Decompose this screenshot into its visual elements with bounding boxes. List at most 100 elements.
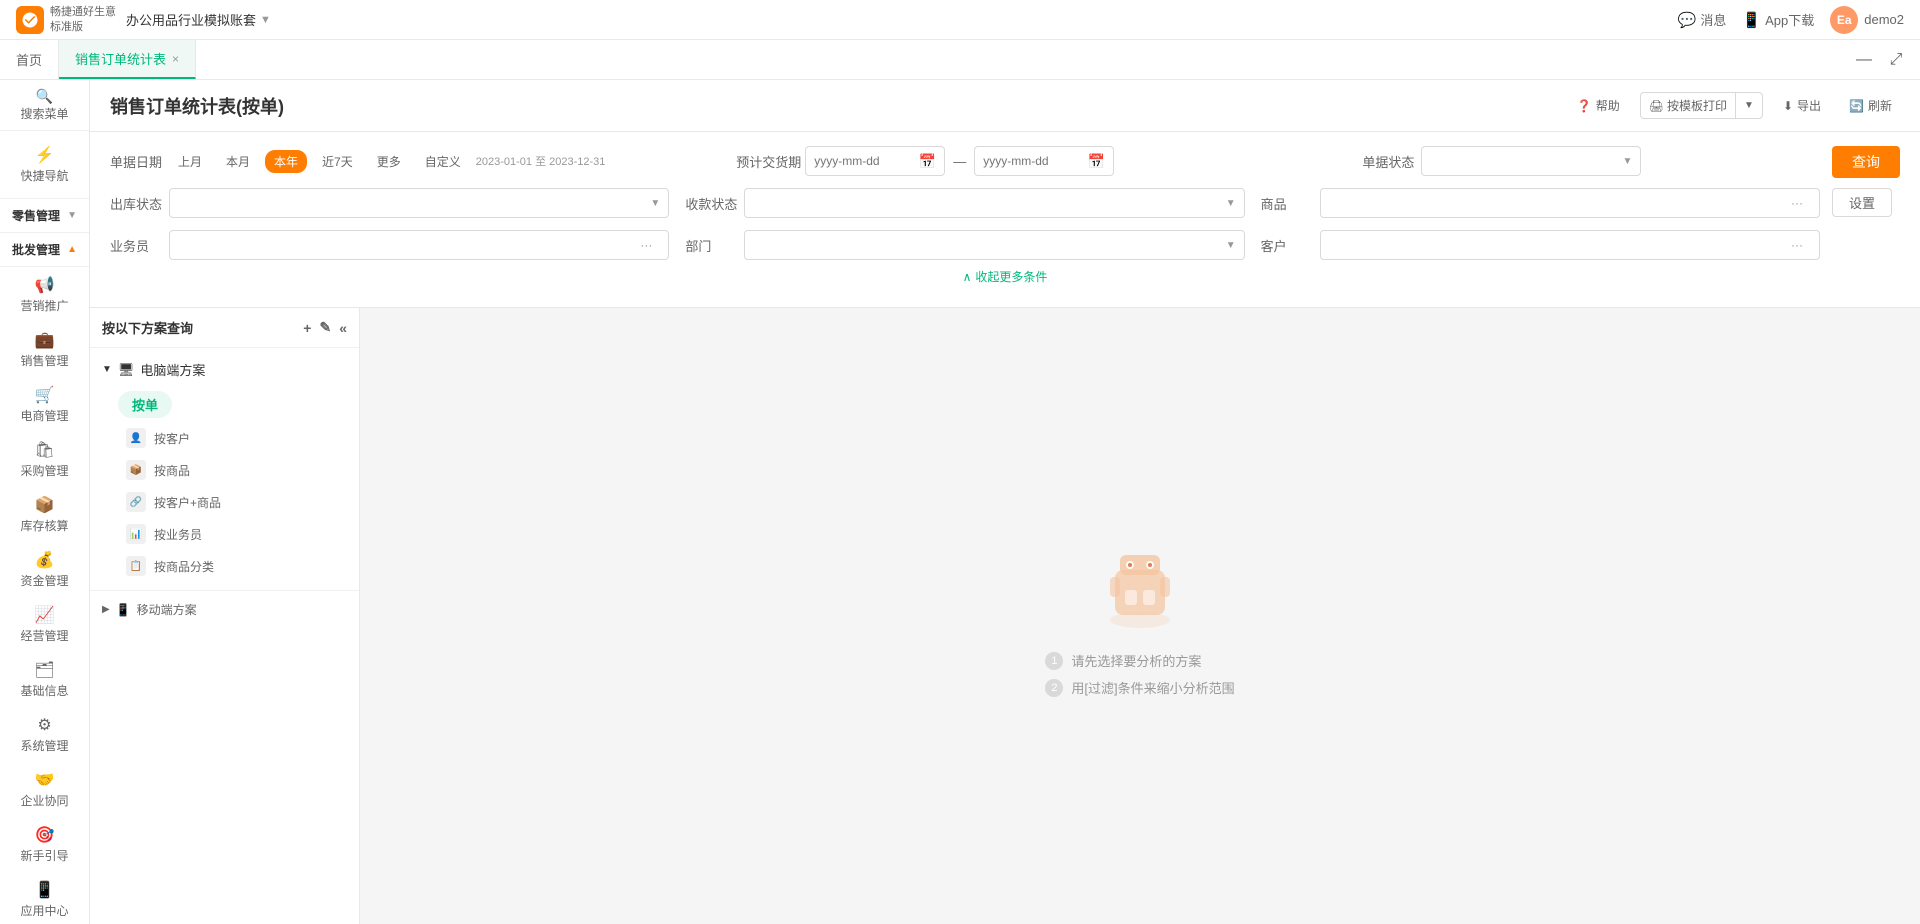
sidebar-item-inventory[interactable]: 📦 库存核算 (0, 487, 89, 542)
agent-input[interactable]: ··· (169, 230, 669, 260)
sidebar-item-newbie[interactable]: 🎯 新手引导 (0, 817, 89, 872)
top-bar-right: 💬 消息 📱 App下载 Ea demo2 (1678, 6, 1904, 34)
print-arrow-part[interactable]: ▼ (1736, 96, 1762, 115)
date-prev-month-btn[interactable]: 上月 (169, 150, 211, 173)
sidebar-item-sales[interactable]: 💼 销售管理 (0, 322, 89, 377)
goods-scheme-icon: 📦 (126, 460, 146, 480)
status-arrow-icon: ▼ (1622, 156, 1632, 167)
sidebar-quick-nav: ⚡ 快捷导航 (0, 131, 89, 199)
sidebar-item-operations[interactable]: 📈 经营管理 (0, 597, 89, 652)
scheme-child-customer[interactable]: 👤 按客户 (90, 422, 359, 454)
export-button[interactable]: ⬇ 导出 (1775, 93, 1829, 118)
scheme-parent-desktop[interactable]: ▼ 🖥 电脑端方案 (90, 352, 359, 387)
filter-and-actions: 单据日期 上月 本月 本年 近7天 更多 自定义 2023-01-01 至 20… (110, 146, 1900, 260)
tab-bar-right: — ⤢ (1852, 48, 1920, 72)
sidebar-item-marketing[interactable]: 📢 营销推广 (0, 267, 89, 322)
customer-dots-icon[interactable]: ··· (1783, 238, 1811, 252)
tab-expand-button[interactable]: ⤢ (1884, 48, 1908, 72)
date-range-text: 2023-01-01 至 2023-12-31 (476, 153, 606, 169)
goods-input[interactable]: ··· (1320, 188, 1820, 218)
tab-close-icon[interactable]: × (172, 52, 179, 66)
tab-minimize-button[interactable]: — (1852, 48, 1876, 72)
tab-bar: 首页 销售订单统计表 × — ⤢ (0, 40, 1920, 80)
status-select[interactable]: ▼ (1421, 146, 1641, 176)
goods-dots-icon[interactable]: ··· (1783, 196, 1811, 210)
top-bar: 畅捷通好生意 标准版 办公用品行业模拟账套 ▼ 💬 消息 📱 App下载 Ea … (0, 0, 1920, 40)
sidebar-item-wholesale[interactable]: 批发管理▲ (0, 233, 89, 266)
date-start-field[interactable] (814, 154, 919, 168)
scheme-child-category[interactable]: 📋 按商品分类 (90, 550, 359, 582)
date-cur-year-btn[interactable]: 本年 (265, 150, 307, 173)
date-start-input[interactable]: 📅 (805, 146, 945, 176)
scheme-section-mobile: ▶ 📱 移动端方案 (90, 590, 359, 624)
collapse-up-icon: ∧ (963, 270, 972, 284)
tab-home[interactable]: 首页 (0, 40, 59, 79)
dept-label: 部门 (685, 236, 740, 255)
date-more-btn[interactable]: 更多 (368, 150, 410, 173)
sidebar-item-retail[interactable]: 零售管理▼ (0, 199, 89, 232)
print-dropdown-icon: ▼ (1744, 100, 1754, 111)
marketing-icon: 📢 (35, 275, 55, 295)
add-scheme-button[interactable]: + (303, 320, 311, 336)
filter-panel: 单据日期 上月 本月 本年 近7天 更多 自定义 2023-01-01 至 20… (90, 132, 1920, 308)
edit-scheme-button[interactable]: ✎ (319, 319, 331, 336)
date-cur-month-btn[interactable]: 本月 (217, 150, 259, 173)
scheme-active-item[interactable]: 按单 (90, 387, 359, 422)
collapse-filter-button[interactable]: ∧ 收起更多条件 (110, 260, 1900, 293)
sidebar-item-appcenter[interactable]: 📱 应用中心 (0, 872, 89, 924)
pay-status-select[interactable]: ▼ (744, 188, 1244, 218)
collapse-panel-button[interactable]: « (339, 320, 347, 336)
pay-status-arrow-icon: ▼ (1226, 198, 1236, 209)
date-group: 上月 本月 本年 近7天 更多 自定义 2023-01-01 至 2023-12… (169, 150, 720, 173)
query-button[interactable]: 查询 (1832, 146, 1900, 178)
left-panel-header: 按以下方案查询 + ✎ « (90, 308, 359, 348)
filter-row-2: 出库状态 ▼ 收款状态 ▼ (110, 188, 1820, 218)
sidebar-item-system[interactable]: ⚙ 系统管理 (0, 707, 89, 762)
date-end-input[interactable]: 📅 (974, 146, 1114, 176)
dept-select[interactable]: ▼ (744, 230, 1244, 260)
settings-button[interactable]: 设置 (1832, 188, 1892, 217)
status-col: 单据状态 ▼ (1362, 146, 1820, 176)
scheme-parent-mobile[interactable]: ▶ 📱 移动端方案 (90, 595, 359, 624)
scheme-child-goods[interactable]: 📦 按商品 (90, 454, 359, 486)
expected-date-label: 预计交货期 (736, 152, 801, 171)
agent-dots-icon[interactable]: ··· (632, 238, 660, 252)
print-button[interactable]: 🖨 按模板打印 ▼ (1640, 92, 1763, 119)
filter-fields: 单据日期 上月 本月 本年 近7天 更多 自定义 2023-01-01 至 20… (110, 146, 1820, 260)
dept-col: 部门 ▼ (685, 230, 1244, 260)
logo-area: 畅捷通好生意 标准版 (16, 5, 116, 34)
help-button[interactable]: ❓ 帮助 (1569, 93, 1628, 118)
pay-status-label: 收款状态 (685, 194, 740, 213)
sidebar-item-quick-nav[interactable]: ⚡ 快捷导航 (0, 137, 89, 192)
sidebar-item-enterprise[interactable]: 🤝 企业协同 (0, 762, 89, 817)
filter-row-1: 单据日期 上月 本月 本年 近7天 更多 自定义 2023-01-01 至 20… (110, 146, 1820, 176)
ship-status-select[interactable]: ▼ (169, 188, 669, 218)
sidebar-item-finance[interactable]: 💰 资金管理 (0, 542, 89, 597)
message-button[interactable]: 💬 消息 (1678, 10, 1727, 29)
date-custom-btn[interactable]: 自定义 (416, 150, 470, 173)
tab-sales-order[interactable]: 销售订单统计表 × (59, 40, 196, 79)
workspace-title[interactable]: 办公用品行业模拟账套 ▼ (126, 10, 271, 29)
date-7days-btn[interactable]: 近7天 (313, 150, 362, 173)
appcenter-icon: 📱 (35, 880, 55, 900)
sidebar-item-basic[interactable]: 🗂 基础信息 (0, 652, 89, 707)
empty-hints: 1 请先选择要分析的方案 2 用[过滤]条件来缩小分析范围 (1045, 651, 1234, 697)
customer-input[interactable]: ··· (1320, 230, 1820, 260)
logo-icon (16, 6, 44, 34)
scheme-child-agent[interactable]: 📊 按业务员 (90, 518, 359, 550)
goods-field[interactable] (1329, 196, 1783, 210)
agent-field[interactable] (178, 238, 632, 252)
customer-field[interactable] (1329, 238, 1783, 252)
sidebar-item-ecommerce[interactable]: 🛒 电商管理 (0, 377, 89, 432)
page-title: 销售订单统计表(按单) (110, 93, 284, 119)
date-end-field[interactable] (983, 154, 1088, 168)
content-area: 销售订单统计表(按单) ❓ 帮助 🖨 按模板打印 ▼ (90, 80, 1920, 924)
refresh-button[interactable]: 🔄 刷新 (1841, 93, 1900, 118)
print-label-part[interactable]: 🖨 按模板打印 (1641, 93, 1735, 118)
download-icon: 📱 (1742, 11, 1761, 29)
scheme-child-customer-goods[interactable]: 🔗 按客户+商品 (90, 486, 359, 518)
sidebar-item-purchase[interactable]: 🛍 采购管理 (0, 432, 89, 487)
user-profile[interactable]: Ea demo2 (1830, 6, 1904, 34)
sidebar-search[interactable]: 🔍 搜索菜单 (0, 80, 89, 131)
app-download-button[interactable]: 📱 App下载 (1742, 10, 1814, 29)
